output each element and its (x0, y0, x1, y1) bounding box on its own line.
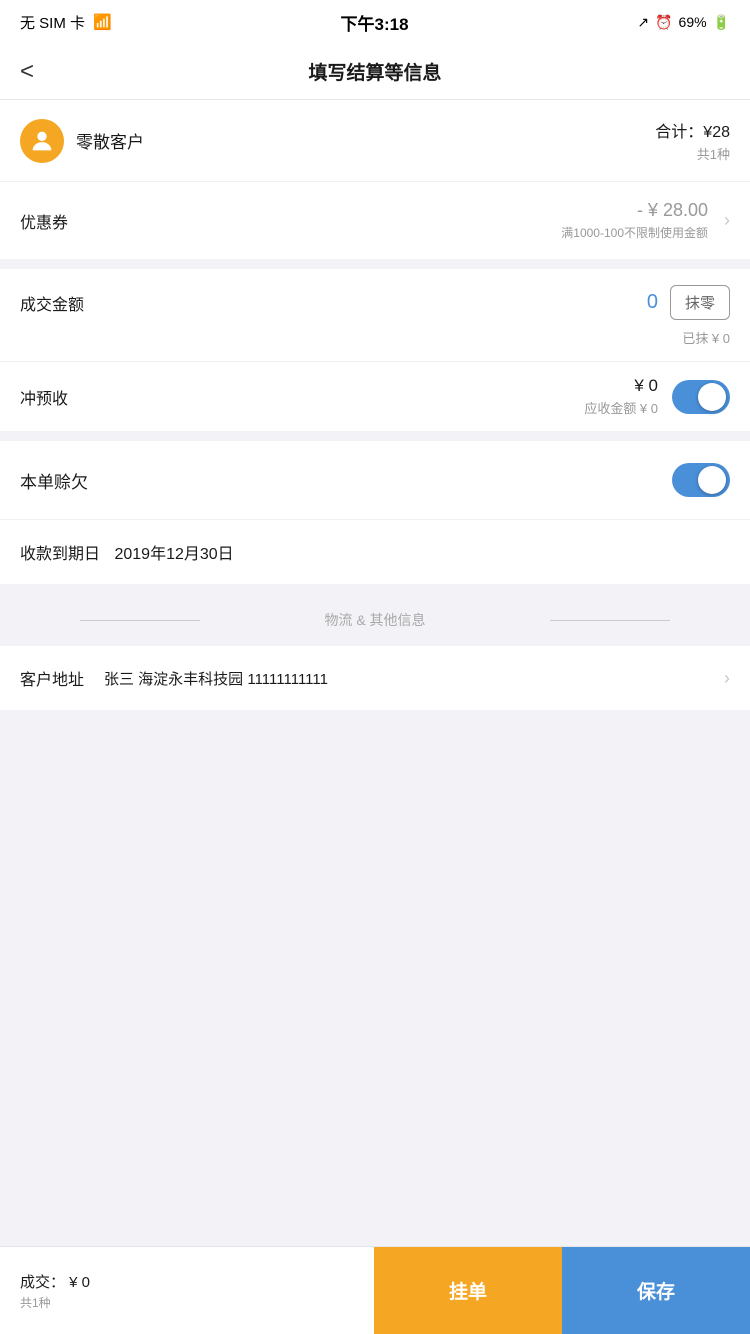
amount-right: 0 抹零 (647, 285, 730, 320)
amount-value: 0 (647, 291, 658, 314)
prereceive-right: ¥ 0 应收金额 ¥ 0 (584, 376, 730, 417)
location-icon: ↗ (637, 14, 649, 31)
round-button[interactable]: 抹零 (670, 285, 730, 320)
amount-section: 成交金额 0 抹零 已抹 ¥ 0 冲预收 ¥ 0 应收金额 ¥ 0 (0, 269, 750, 431)
nav-bar: < 填写结算等信息 (0, 44, 750, 100)
customer-total-area: 合计：¥28 共1种 (655, 118, 730, 163)
debt-toggle-knob (698, 466, 726, 494)
pending-button[interactable]: 挂单 (374, 1247, 562, 1334)
logistics-header-text: 物流 & 其他信息 (308, 610, 441, 630)
bottom-summary: 成交： ¥ 0 共1种 (0, 1271, 374, 1311)
chevron-right-icon: › (724, 210, 730, 231)
debt-toggle[interactable] (672, 463, 730, 497)
customer-row: 零散客户 合计：¥28 共1种 (0, 100, 750, 181)
coupon-label: 优惠券 (20, 209, 68, 233)
coupon-info: - ¥ 28.00 满1000-100不限制使用金额 (561, 200, 708, 241)
save-button[interactable]: 保存 (562, 1247, 750, 1334)
person-icon (28, 127, 56, 155)
bottom-deal-text: 成交： ¥ 0 (20, 1271, 354, 1292)
coupon-right-area: - ¥ 28.00 满1000-100不限制使用金额 › (561, 200, 730, 241)
customer-total: 合计：¥28 (655, 118, 730, 142)
debt-row: 本单赊欠 (0, 441, 750, 519)
address-chevron-icon: › (724, 668, 730, 689)
status-right: ↗ ⏰ 69% 🔋 (637, 14, 730, 31)
alarm-icon: ⏰ (655, 14, 672, 31)
prereceive-amounts: ¥ 0 应收金额 ¥ 0 (584, 376, 658, 417)
already-rounded-text: 已抹 ¥ 0 (0, 328, 750, 361)
battery-label: 69% (679, 14, 707, 30)
bottom-count-text: 共1种 (20, 1294, 354, 1311)
due-date-row: 收款到期日 2019年12月30日 (0, 519, 750, 584)
sim-signal: 无 SIM 卡 (20, 12, 85, 33)
wifi-icon: 📶 (93, 13, 112, 31)
due-date-value: 2019年12月30日 (114, 546, 233, 563)
customer-section: 零散客户 合计：¥28 共1种 优惠券 - ¥ 28.00 满1000-100不… (0, 100, 750, 259)
battery-icon: 🔋 (713, 14, 730, 31)
prereceive-sub-amount: 应收金额 ¥ 0 (584, 398, 658, 417)
bottom-bar: 成交： ¥ 0 共1种 挂单 保存 (0, 1246, 750, 1334)
customer-left: 零散客户 (20, 119, 144, 163)
logistics-section-header: 物流 & 其他信息 (0, 594, 750, 646)
prereceive-row: 冲预收 ¥ 0 应收金额 ¥ 0 (0, 361, 750, 431)
prereceive-main-amount: ¥ 0 (584, 376, 658, 396)
main-content: 零散客户 合计：¥28 共1种 优惠券 - ¥ 28.00 满1000-100不… (0, 100, 750, 1020)
debt-section: 本单赊欠 收款到期日 2019年12月30日 (0, 441, 750, 584)
status-bar: 无 SIM 卡 📶 下午3:18 ↗ ⏰ 69% 🔋 (0, 0, 750, 44)
amount-label: 成交金额 (20, 291, 84, 315)
page-title: 填写结算等信息 (308, 58, 441, 85)
prereceive-label: 冲预收 (20, 385, 68, 409)
coupon-row[interactable]: 优惠券 - ¥ 28.00 满1000-100不限制使用金额 › (0, 181, 750, 259)
customer-count: 共1种 (655, 144, 730, 163)
coupon-desc: 满1000-100不限制使用金额 (561, 224, 708, 241)
customer-name: 零散客户 (76, 128, 144, 153)
prereceive-toggle[interactable] (672, 380, 730, 414)
status-left: 无 SIM 卡 📶 (20, 12, 112, 33)
address-value: 张三 海淀永丰科技园 11111111111 (104, 668, 718, 689)
coupon-amount: - ¥ 28.00 (561, 200, 708, 221)
address-label: 客户地址 (20, 666, 84, 690)
toggle-knob (698, 383, 726, 411)
due-date-label: 收款到期日 (20, 546, 100, 563)
address-row[interactable]: 客户地址 张三 海淀永丰科技园 11111111111 › (0, 646, 750, 710)
back-button[interactable]: < (20, 58, 34, 86)
amount-row: 成交金额 0 抹零 (0, 269, 750, 328)
avatar (20, 119, 64, 163)
debt-label: 本单赊欠 (20, 468, 88, 493)
gray-filler (0, 720, 750, 920)
status-time: 下午3:18 (341, 10, 409, 35)
